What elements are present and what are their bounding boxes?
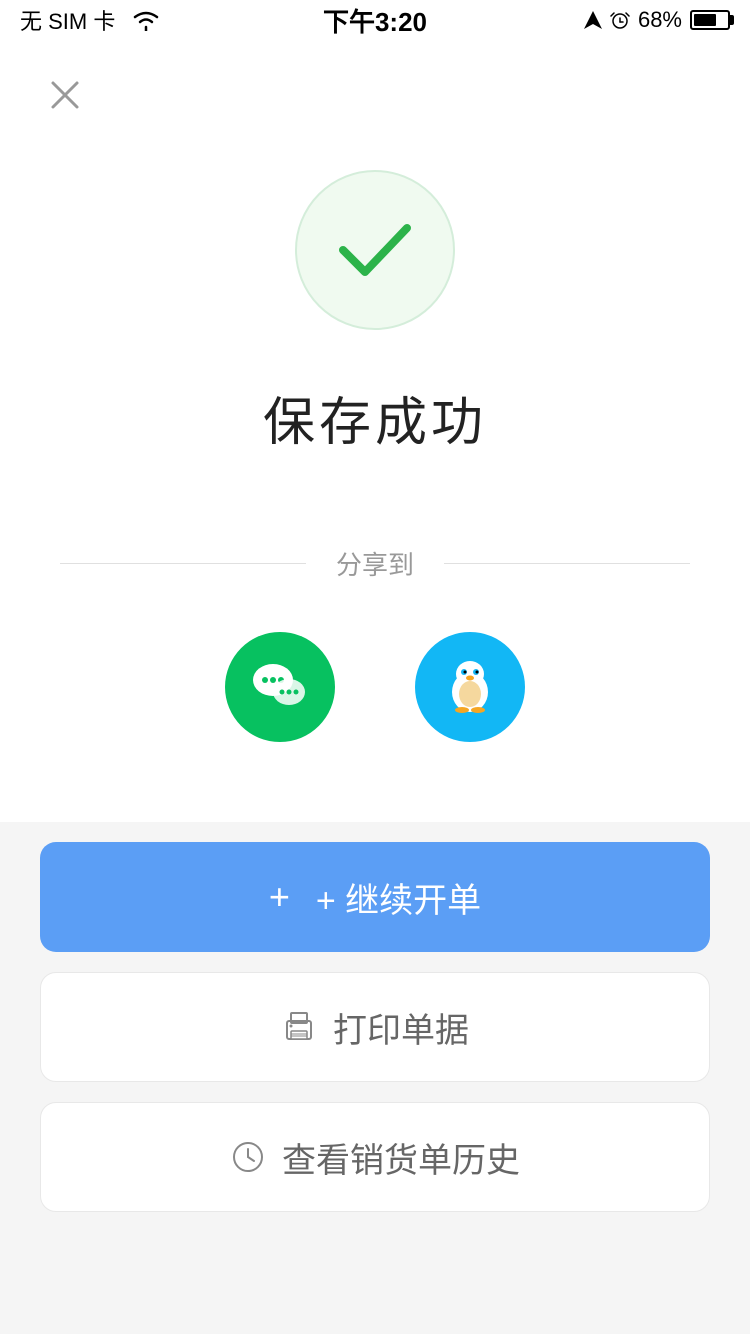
wifi-icon	[131, 9, 161, 31]
close-button-area	[0, 40, 750, 130]
status-right: 68%	[584, 7, 730, 33]
checkmark-icon	[335, 220, 415, 280]
qq-icon	[435, 652, 505, 722]
print-button[interactable]: 打印单据	[40, 972, 710, 1082]
continue-button[interactable]: + + 继续开单	[40, 842, 710, 952]
history-icon	[230, 1139, 266, 1175]
divider-left	[60, 563, 306, 564]
battery-percent: 68%	[638, 7, 682, 33]
continue-icon: +	[269, 876, 290, 918]
divider-right	[444, 563, 690, 564]
wechat-share-button[interactable]	[225, 632, 335, 742]
status-bar: 无 SIM 卡 ⁠ 下午3:20 68%	[0, 0, 750, 40]
share-divider: 分享到	[0, 515, 750, 612]
close-icon	[47, 77, 83, 113]
qq-share-button[interactable]	[415, 632, 525, 742]
status-left: 无 SIM 卡 ⁠	[20, 4, 161, 36]
success-title: 保存成功	[263, 380, 487, 455]
action-buttons: + + 继续开单 打印单据 查看销货单历史	[0, 822, 750, 1232]
print-label: 打印单据	[333, 1003, 469, 1052]
history-label: 查看销货单历史	[282, 1133, 520, 1182]
print-icon	[281, 1009, 317, 1045]
status-time: 下午3:20	[323, 2, 427, 39]
continue-label: + 继续开单	[316, 873, 481, 922]
main-content: 保存成功 分享到	[0, 40, 750, 822]
success-section: 保存成功	[0, 130, 750, 515]
location-icon	[584, 11, 602, 29]
share-section	[0, 612, 750, 822]
close-button[interactable]	[40, 70, 90, 120]
history-button[interactable]: 查看销货单历史	[40, 1102, 710, 1212]
alarm-icon	[610, 10, 630, 30]
success-circle	[295, 170, 455, 330]
battery-icon	[690, 10, 730, 30]
sim-status: 无 SIM 卡 ⁠	[20, 4, 121, 36]
wechat-icon	[245, 652, 315, 722]
share-label: 分享到	[306, 545, 444, 582]
